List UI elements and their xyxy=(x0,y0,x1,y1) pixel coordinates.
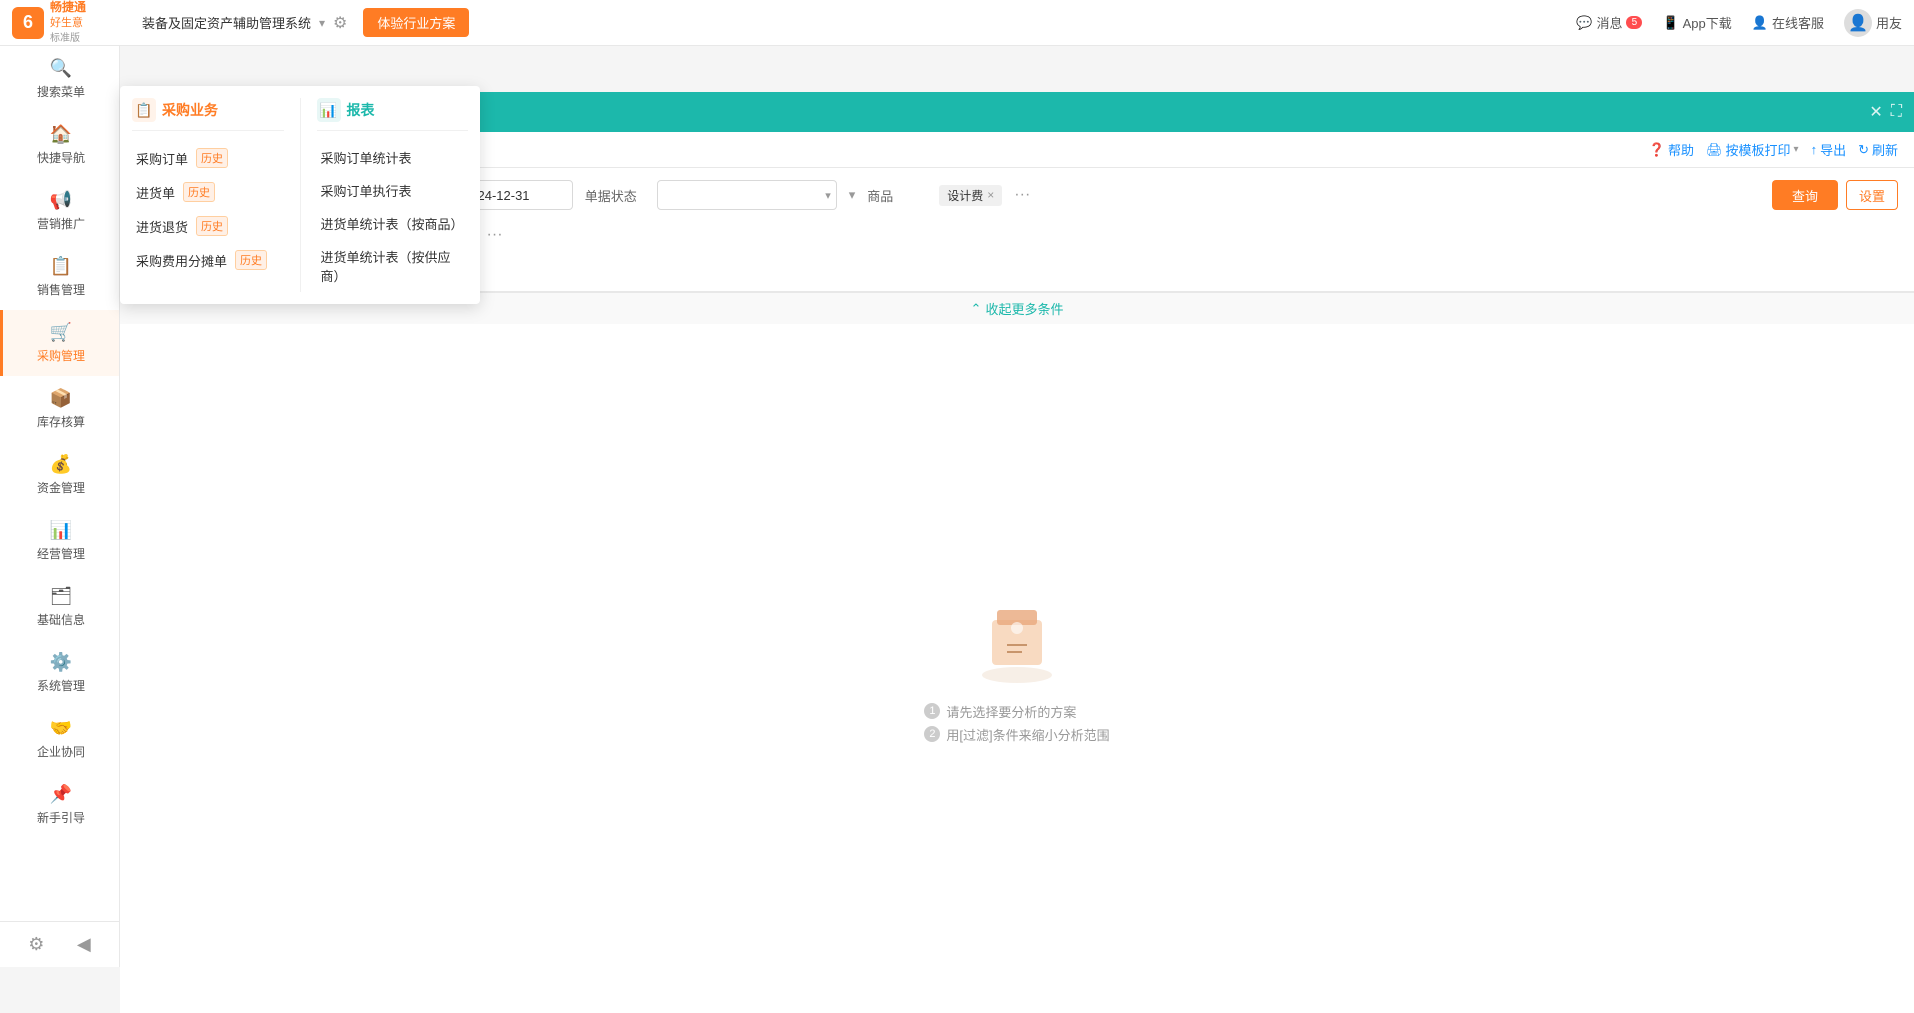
order-exec-label: 采购订单执行表 xyxy=(321,181,412,200)
return-label: 进货退货 xyxy=(136,217,188,236)
report-header-icon: 📊 xyxy=(317,98,341,122)
dropdown-item-return[interactable]: 进货退货 历史 xyxy=(132,209,284,243)
incoming-history-badge: 历史 xyxy=(183,182,215,202)
purchase-column: 📋 采购业务 采购订单 历史 进货单 历史 进货退货 历史 采购费用分摊单 历史 xyxy=(120,98,296,292)
expense-label: 采购费用分摊单 xyxy=(136,251,227,270)
purchase-dropdown-menu: 📋 采购业务 采购订单 历史 进货单 历史 进货退货 历史 采购费用分摊单 历史… xyxy=(120,86,480,304)
purchase-order-history-badge: 历史 xyxy=(196,148,228,168)
purchase-header-title: 采购业务 xyxy=(162,100,218,120)
incoming-stats-supplier-label: 进货单统计表（按供应商） xyxy=(321,247,465,285)
dropdown-item-order-stats[interactable]: 采购订单统计表 xyxy=(317,141,469,174)
report-header-title: 报表 xyxy=(347,100,375,120)
order-stats-label: 采购订单统计表 xyxy=(321,148,412,167)
report-column: 📊 报表 采购订单统计表 采购订单执行表 进货单统计表（按商品） 进货单统计表（… xyxy=(305,98,481,292)
incoming-label: 进货单 xyxy=(136,183,175,202)
expense-history-badge: 历史 xyxy=(235,250,267,270)
dropdown-divider xyxy=(300,98,301,292)
dropdown-item-incoming-stats-supplier[interactable]: 进货单统计表（按供应商） xyxy=(317,240,469,292)
purchase-header-icon: 📋 xyxy=(132,98,156,122)
return-history-badge: 历史 xyxy=(196,216,228,236)
dropdown-item-incoming-stats-product[interactable]: 进货单统计表（按商品） xyxy=(317,207,469,240)
dropdown-item-expense[interactable]: 采购费用分摊单 历史 xyxy=(132,243,284,277)
dropdown-item-purchase-order[interactable]: 采购订单 历史 xyxy=(132,141,284,175)
purchase-header: 📋 采购业务 xyxy=(132,98,284,131)
dropdown-item-incoming[interactable]: 进货单 历史 xyxy=(132,175,284,209)
report-header: 📊 报表 xyxy=(317,98,469,131)
purchase-order-label: 采购订单 xyxy=(136,149,188,168)
incoming-stats-product-label: 进货单统计表（按商品） xyxy=(321,214,464,233)
dropdown-item-order-exec[interactable]: 采购订单执行表 xyxy=(317,174,469,207)
